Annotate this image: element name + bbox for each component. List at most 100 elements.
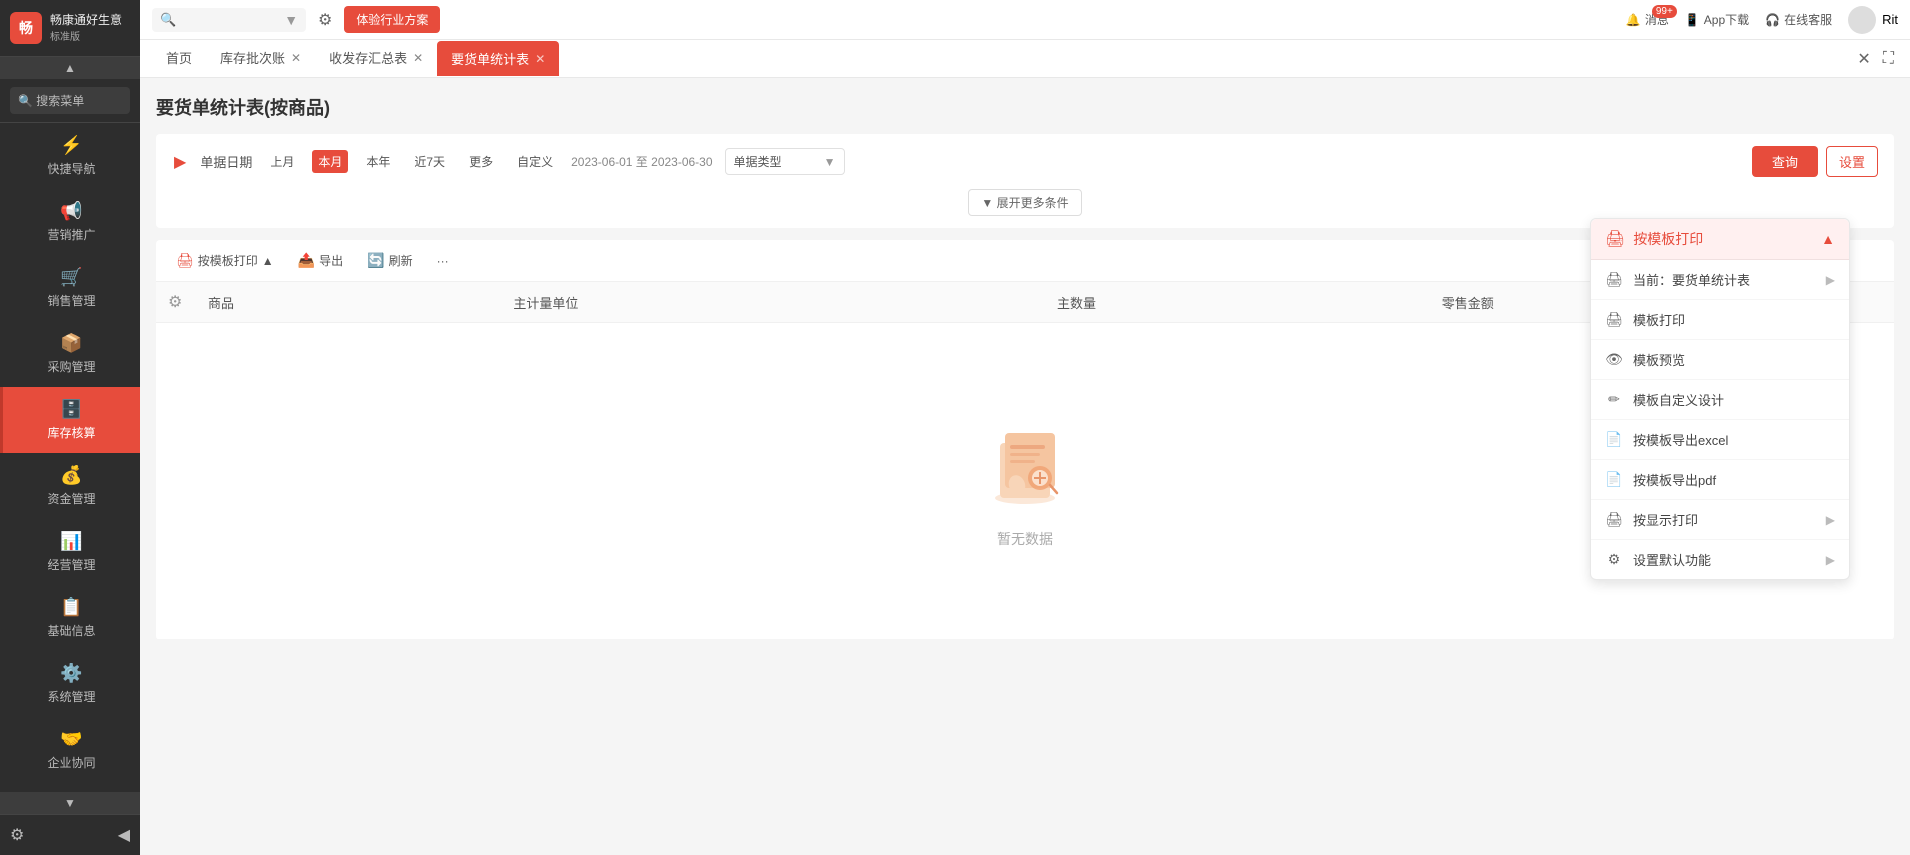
sidebar-bottom: ⚙ ◀: [0, 814, 140, 855]
chevron-right-icon: ▶: [1826, 273, 1835, 287]
date-more[interactable]: 更多: [463, 150, 499, 173]
sidebar-item-system[interactable]: ⚙️ 系统管理: [0, 651, 140, 717]
table-column-settings[interactable]: ⚙: [168, 292, 182, 312]
col-qty: 主数量: [1045, 282, 1430, 323]
trial-button[interactable]: 体验行业方案: [344, 6, 440, 33]
more-actions-button[interactable]: ···: [429, 250, 457, 272]
dropdown-item-template-preview[interactable]: 👁 模板预览: [1591, 340, 1849, 380]
sidebar-item-quick-nav[interactable]: ⚡ 快捷导航: [0, 123, 140, 189]
inventory-icon: 🗄️: [60, 399, 82, 420]
date-current-month[interactable]: 本月: [312, 150, 348, 173]
sidebar-item-sales[interactable]: 🛒 销售管理: [0, 255, 140, 321]
sidebar-item-inventory[interactable]: 🗄️ 库存核算: [0, 387, 140, 453]
sidebar-logo: 畅 畅康通好生意 标准版: [0, 0, 140, 57]
fullscreen-button[interactable]: ⛶: [1879, 47, 1898, 71]
dropdown-item-template-custom[interactable]: ✏ 模板自定义设计: [1591, 380, 1849, 420]
col-product: 商品: [196, 282, 501, 323]
dropdown-header[interactable]: 🖨 按模板打印 ▲: [1591, 219, 1849, 260]
tab-close-receipt-summary[interactable]: ✕: [413, 51, 423, 65]
export-excel-icon: 📄: [1605, 431, 1623, 448]
top-header: 🔍 ▼ ⚙ 体验行业方案 🔔 消息 99+ 📱 App下载 🎧 在线客服 R: [140, 0, 1910, 40]
sidebar-item-purchase[interactable]: 📦 采购管理: [0, 321, 140, 387]
template-custom-icon: ✏: [1605, 391, 1623, 408]
page-content: 要货单统计表(按商品) ▶ 单据日期 上月 本月 本年 近7天 更多 自定义 2…: [140, 78, 1910, 855]
user-profile[interactable]: Rit: [1848, 6, 1898, 34]
sidebar-item-basic[interactable]: 📋 基础信息: [0, 585, 140, 651]
dropdown-printer-icon: 🖨: [1605, 229, 1625, 249]
sidebar-settings-button[interactable]: ⚙: [10, 825, 24, 845]
logo-text: 畅康通好生意 标准版: [50, 13, 122, 44]
expand-icon: ▼: [981, 196, 993, 210]
search-menu-button[interactable]: 🔍 搜索菜单: [10, 87, 130, 114]
dropdown-item-export-excel[interactable]: 📄 按模板导出excel: [1591, 420, 1849, 460]
finance-icon: 💰: [60, 465, 82, 486]
main-content: 🔍 ▼ ⚙ 体验行业方案 🔔 消息 99+ 📱 App下载 🎧 在线客服 R: [140, 0, 1910, 855]
export-pdf-icon: 📄: [1605, 471, 1623, 488]
logo-icon: 畅: [10, 12, 42, 44]
search-icon: 🔍: [160, 12, 176, 28]
chevron-up-icon: ▲: [262, 254, 274, 268]
query-button[interactable]: 查询: [1752, 146, 1818, 177]
date-prev-month[interactable]: 上月: [264, 150, 300, 173]
filter-section: ▶ 单据日期 上月 本月 本年 近7天 更多 自定义 2023-06-01 至 …: [156, 134, 1894, 228]
header-search-dropdown[interactable]: ▼: [284, 12, 298, 28]
set-default-arrow-icon: ▶: [1826, 553, 1835, 567]
sidebar-scroll-up[interactable]: ▲: [0, 57, 140, 79]
date-current-year[interactable]: 本年: [360, 150, 396, 173]
close-tab-button[interactable]: ✕: [1853, 47, 1874, 71]
marketing-icon: 📢: [60, 201, 82, 222]
header-search-input[interactable]: [180, 13, 280, 27]
sidebar-scroll-down[interactable]: ▼: [0, 792, 140, 814]
date-custom[interactable]: 自定义: [511, 150, 559, 173]
app-download-button[interactable]: 📱 App下载: [1685, 11, 1749, 28]
sidebar-item-operation[interactable]: 📊 经营管理: [0, 519, 140, 585]
sidebar-item-guide[interactable]: 🌟 新手引导: [0, 783, 140, 792]
sidebar-collapse-button[interactable]: ◀: [118, 825, 130, 845]
set-default-icon: ⚙: [1605, 551, 1623, 568]
dropdown-item-template-print[interactable]: 🖨 模板打印: [1591, 300, 1849, 340]
printer-icon: 🖨: [176, 252, 194, 269]
col-settings: ⚙: [156, 282, 196, 323]
dropdown-item-display-print[interactable]: 🖨 按显示打印 ▶: [1591, 500, 1849, 540]
tab-receipt-summary[interactable]: 收发存汇总表 ✕: [315, 40, 437, 77]
sidebar-item-marketing[interactable]: 📢 营销推广: [0, 189, 140, 255]
sidebar-item-enterprise[interactable]: 🤝 企业协同: [0, 717, 140, 783]
chevron-down-icon: ▼: [824, 155, 836, 169]
settings-button[interactable]: 设置: [1826, 146, 1878, 177]
enterprise-icon: 🤝: [60, 729, 82, 750]
export-icon: 📤: [298, 252, 315, 269]
sidebar-item-finance[interactable]: 💰 资金管理: [0, 453, 140, 519]
tab-close-batch-account[interactable]: ✕: [291, 51, 301, 65]
tabs-bar: 首页 库存批次账 ✕ 收发存汇总表 ✕ 要货单统计表 ✕ ✕ ⛶: [140, 40, 1910, 78]
purchase-icon: 📦: [60, 333, 82, 354]
date-last-7-days[interactable]: 近7天: [408, 150, 451, 173]
display-print-icon: 🖨: [1605, 511, 1623, 528]
filter-expand-button[interactable]: ▶: [172, 150, 188, 174]
sales-icon: 🛒: [60, 267, 82, 288]
operation-icon: 📊: [60, 531, 82, 552]
header-gear-button[interactable]: ⚙: [318, 10, 332, 30]
tabs-actions: ✕ ⛶: [1853, 47, 1898, 71]
dropdown-item-set-default[interactable]: ⚙ 设置默认功能 ▶: [1591, 540, 1849, 579]
sidebar: 畅 畅康通好生意 标准版 ▲ 🔍 搜索菜单 ⚡ 快捷导航 📢 营销推广 🛒 销售…: [0, 0, 140, 855]
header-right: 🔔 消息 99+ 📱 App下载 🎧 在线客服 Rit: [1626, 6, 1898, 34]
dropdown-item-export-pdf[interactable]: 📄 按模板导出pdf: [1591, 460, 1849, 500]
online-service-button[interactable]: 🎧 在线客服: [1765, 11, 1832, 28]
sidebar-nav: ⚡ 快捷导航 📢 营销推广 🛒 销售管理 📦 采购管理 🗄️ 库存核算 💰 资金…: [0, 123, 140, 792]
dropdown-menu: 🖨 按模板打印 ▲ 🖨 当前：要货单统计表 ▶ 🖨 模板打印 👁 模板预览 ✏ …: [1590, 218, 1850, 580]
refresh-button[interactable]: 🔄 刷新: [359, 248, 420, 273]
page-title: 要货单统计表(按商品): [156, 94, 1894, 120]
dropdown-chevron-up-icon: ▲: [1821, 231, 1835, 247]
order-type-select[interactable]: 单据类型 ▼: [725, 148, 845, 175]
print-button[interactable]: 🖨 按模板打印 ▲: [168, 248, 282, 273]
notifications-button[interactable]: 🔔 消息 99+: [1626, 11, 1669, 28]
empty-text: 暂无数据: [997, 529, 1053, 549]
dropdown-item-current[interactable]: 🖨 当前：要货单统计表 ▶: [1591, 260, 1849, 300]
tab-close-order-summary[interactable]: ✕: [535, 52, 545, 66]
tab-home[interactable]: 首页: [152, 40, 206, 77]
export-button[interactable]: 📤 导出: [290, 248, 351, 273]
expand-more-button[interactable]: ▼ 展开更多条件: [968, 189, 1081, 216]
tab-batch-account[interactable]: 库存批次账 ✕: [206, 40, 315, 77]
tab-order-summary[interactable]: 要货单统计表 ✕: [437, 41, 559, 76]
empty-illustration: [975, 413, 1075, 513]
